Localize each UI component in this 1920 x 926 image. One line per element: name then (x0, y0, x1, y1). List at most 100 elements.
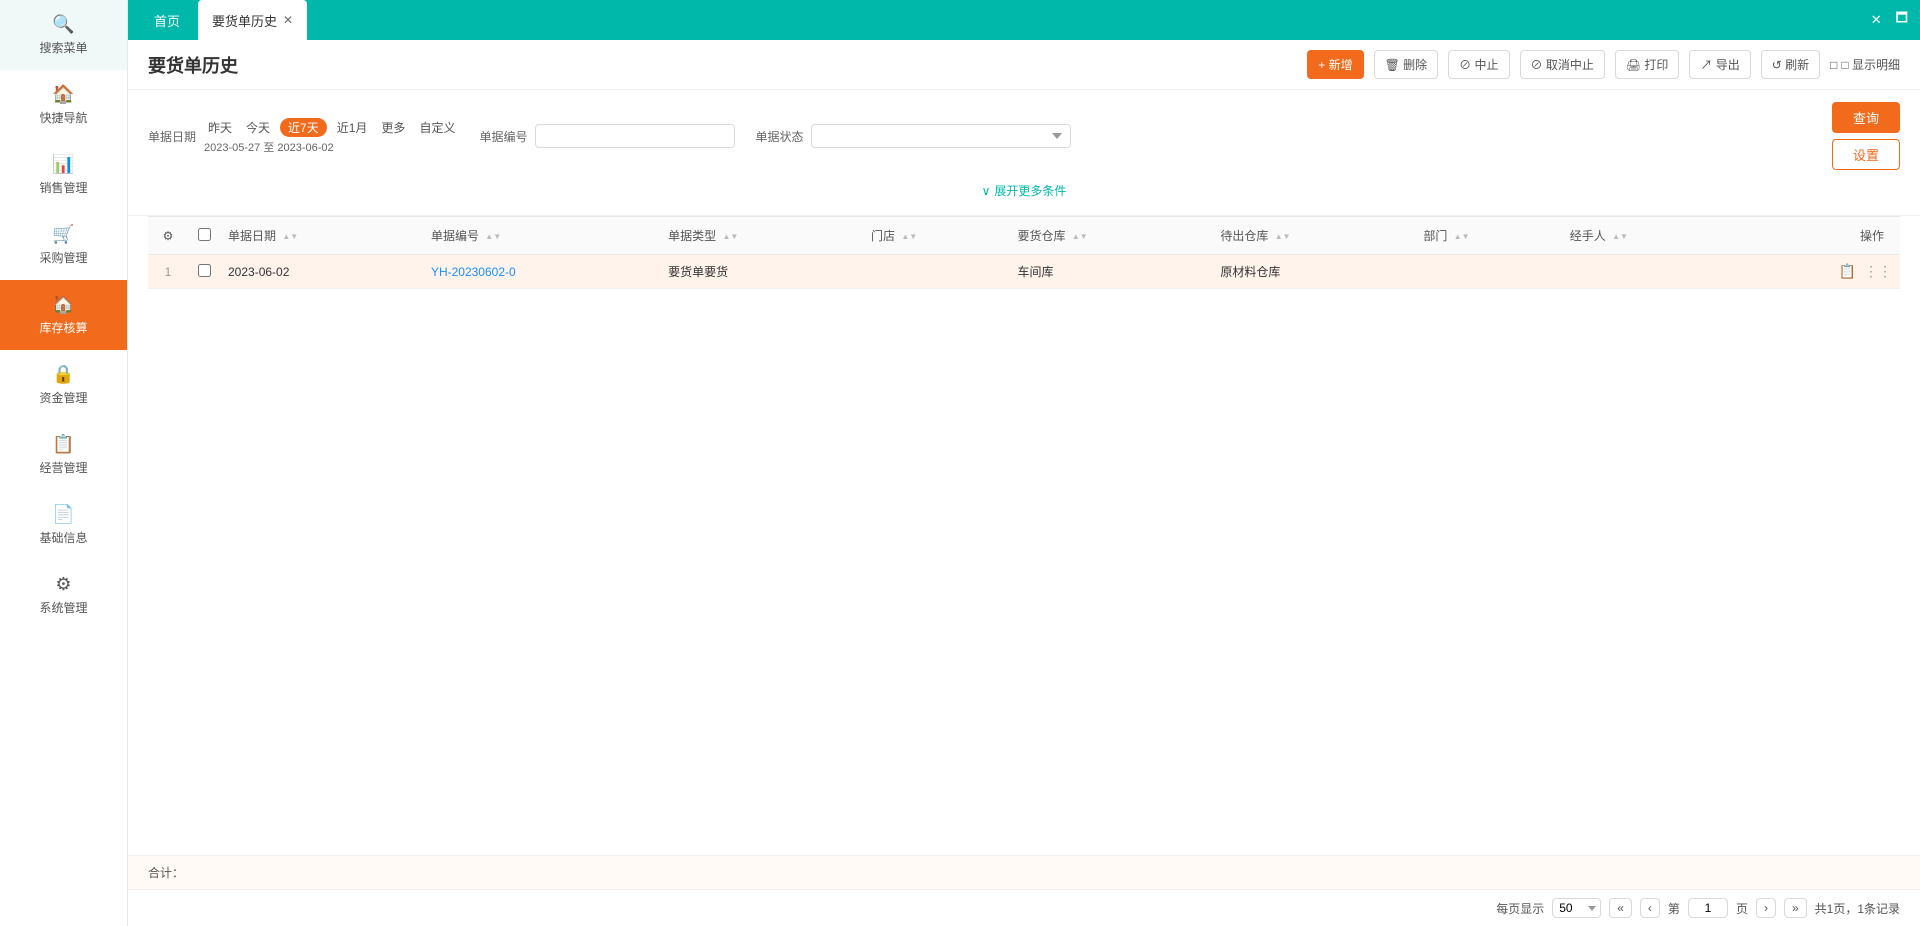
query-button[interactable]: 查询 (1832, 102, 1900, 133)
sort-department-icon[interactable]: ▲▼ (1454, 232, 1470, 241)
page-number-input[interactable] (1688, 898, 1728, 918)
date-shortcut-yesterday[interactable]: 昨天 (204, 118, 236, 137)
sort-handler-icon[interactable]: ▲▼ (1612, 232, 1628, 241)
date-shortcut-custom[interactable]: 自定义 (415, 118, 459, 137)
page-title: 要货单历史 (148, 52, 1307, 78)
sidebar-item-fund-mgmt[interactable]: 🔒 资金管理 (0, 350, 127, 420)
pagination-bar: 每页显示 50 10 20 100 « ‹ 第 页 › » 共1页，1条记录 (128, 889, 1920, 926)
sidebar-item-base-info[interactable]: 📄 基础信息 (0, 490, 127, 560)
inventory-icon: 🏠 (52, 294, 74, 315)
expand-more-button[interactable]: ∨ 展开更多条件 (148, 178, 1900, 203)
main-area: 首页 要货单历史 ✕ ✕ 🗖 要货单历史 + 新增 🗑 删除 ⊘ 中止 ⊘ 取消… (128, 0, 1920, 926)
cell-doc-date: 2023-06-02 (220, 255, 423, 289)
new-button[interactable]: + 新增 (1307, 50, 1363, 79)
tab-close-icon[interactable]: ✕ (283, 13, 293, 27)
sidebar-item-label: 系统管理 (39, 599, 87, 616)
sort-pending-warehouse-icon[interactable]: ▲▼ (1275, 232, 1291, 241)
table-row: 1 2023-06-02 YH-20230602-0 要货单要货 车间库 原材料… (148, 255, 1900, 289)
page-prev-button[interactable]: ‹ (1640, 898, 1660, 918)
date-shortcut-today[interactable]: 今天 (242, 118, 274, 137)
th-checkbox (188, 217, 220, 255)
sales-icon: 📊 (52, 154, 74, 175)
th-doc-date: 单据日期 ▲▼ (220, 217, 423, 255)
sidebar-item-label: 采购管理 (39, 249, 87, 266)
page-next-button[interactable]: › (1756, 898, 1776, 918)
print-button[interactable]: 🖨 打印 (1615, 50, 1680, 79)
sidebar-item-inventory-calc[interactable]: 🏠 库存核算 (0, 280, 127, 350)
sort-doc-date-icon[interactable]: ▲▼ (282, 232, 298, 241)
window-close-button[interactable]: ✕ (1871, 12, 1882, 28)
fund-icon: 🔒 (52, 364, 74, 385)
sidebar-item-label: 销售管理 (39, 179, 87, 196)
page-size-label: 每页显示 (1496, 900, 1544, 917)
doc-status-select[interactable] (811, 124, 1071, 148)
doc-number-link[interactable]: YH-20230602-0 (431, 265, 516, 279)
page-first-button[interactable]: « (1609, 898, 1632, 918)
table-container: ⚙ 单据日期 ▲▼ 单据编号 ▲▼ (128, 216, 1920, 855)
chevron-down-icon: ∨ (982, 184, 991, 198)
cell-doc-type: 要货单要货 (660, 255, 863, 289)
sort-store-icon[interactable]: ▲▼ (901, 232, 917, 241)
tab-requisition-history[interactable]: 要货单历史 ✕ (198, 0, 307, 40)
home-icon: 🏠 (52, 84, 74, 105)
sidebar-item-purchase-mgmt[interactable]: 🛒 采购管理 (0, 210, 127, 280)
stop-button[interactable]: ⊘ 中止 (1448, 50, 1509, 79)
sidebar-item-label: 资金管理 (39, 389, 87, 406)
page-last-button[interactable]: » (1784, 898, 1807, 918)
topbar: 首页 要货单历史 ✕ ✕ 🗖 (128, 0, 1920, 40)
delete-button[interactable]: 🗑 删除 (1374, 50, 1439, 79)
th-doc-type: 单据类型 ▲▼ (660, 217, 863, 255)
sidebar-item-ops-mgmt[interactable]: 📋 经营管理 (0, 420, 127, 490)
th-doc-number: 单据编号 ▲▼ (423, 217, 660, 255)
doc-number-input[interactable] (535, 124, 735, 148)
display-detail-checkbox-icon: □ (1830, 58, 1837, 72)
date-shortcut-last7days[interactable]: 近7天 (280, 118, 327, 137)
sidebar-item-label: 快捷导航 (39, 109, 87, 126)
sidebar-item-label: 基础信息 (39, 529, 87, 546)
cell-doc-number: YH-20230602-0 (423, 255, 660, 289)
row-checkbox[interactable] (198, 264, 211, 277)
purchase-icon: 🛒 (52, 224, 74, 245)
cell-pending-warehouse: 原材料仓库 (1212, 255, 1415, 289)
sort-doc-type-icon[interactable]: ▲▼ (722, 232, 738, 241)
th-req-warehouse: 要货仓库 ▲▼ (1009, 217, 1212, 255)
window-maximize-button[interactable]: 🗖 (1896, 9, 1908, 31)
export-button[interactable]: ↗ 导出 (1689, 50, 1750, 79)
sidebar-item-sys-mgmt[interactable]: ⚙ 系统管理 (0, 560, 127, 630)
cell-req-warehouse: 车间库 (1009, 255, 1212, 289)
date-shortcut-more[interactable]: 更多 (377, 118, 409, 137)
display-detail-toggle[interactable]: □ □ 显示明细 (1830, 56, 1900, 73)
sort-req-warehouse-icon[interactable]: ▲▼ (1072, 232, 1088, 241)
cell-num: 1 (148, 255, 188, 289)
refresh-button[interactable]: ↺ 刷新 (1761, 50, 1820, 79)
sidebar-item-search-menu[interactable]: 🔍 搜索菜单 (0, 0, 127, 70)
tab-home[interactable]: 首页 (140, 0, 194, 40)
table-header-row: ⚙ 单据日期 ▲▼ 单据编号 ▲▼ (148, 217, 1900, 255)
footer-summary: 合计： (128, 855, 1920, 889)
page-size-select[interactable]: 50 10 20 100 (1552, 898, 1601, 918)
cell-handler (1562, 255, 1737, 289)
select-all-checkbox[interactable] (198, 228, 211, 241)
row-more-icon[interactable]: ⋮⋮ (1864, 263, 1892, 280)
doc-status-filter-group: 单据状态 (755, 124, 1071, 148)
cell-department (1415, 255, 1561, 289)
sidebar: 🔍 搜索菜单 🏠 快捷导航 📊 销售管理 🛒 采购管理 🏠 库存核算 🔒 资金管… (0, 0, 128, 926)
topbar-right: ✕ 🗖 (1871, 9, 1908, 31)
cell-operations: 📋 ⋮⋮ (1736, 255, 1900, 289)
row-view-icon[interactable]: 📋 (1839, 263, 1856, 280)
base-info-icon: 📄 (52, 504, 74, 525)
th-handler: 经手人 ▲▼ (1562, 217, 1737, 255)
th-operations: 操作 (1736, 217, 1900, 255)
sidebar-item-label: 库存核算 (39, 319, 87, 336)
cancel-stop-button[interactable]: ⊘ 取消中止 (1520, 50, 1605, 79)
sidebar-item-sales-mgmt[interactable]: 📊 销售管理 (0, 140, 127, 210)
filter-settings-button[interactable]: 设置 (1832, 139, 1900, 170)
content-area: 要货单历史 + 新增 🗑 删除 ⊘ 中止 ⊘ 取消中止 🖨 打印 ↗ 导出 ↺ … (128, 40, 1920, 926)
cell-store (863, 255, 1009, 289)
sort-doc-number-icon[interactable]: ▲▼ (485, 232, 501, 241)
filter-row-1: 单据日期 昨天 今天 近7天 近1月 更多 自定义 2023-05-27 至 2… (148, 102, 1900, 170)
sidebar-item-quick-nav[interactable]: 🏠 快捷导航 (0, 70, 127, 140)
filter-actions: 查询 设置 (1832, 102, 1900, 170)
settings-icon[interactable]: ⚙ (163, 229, 174, 243)
date-shortcut-last1month[interactable]: 近1月 (333, 118, 372, 137)
